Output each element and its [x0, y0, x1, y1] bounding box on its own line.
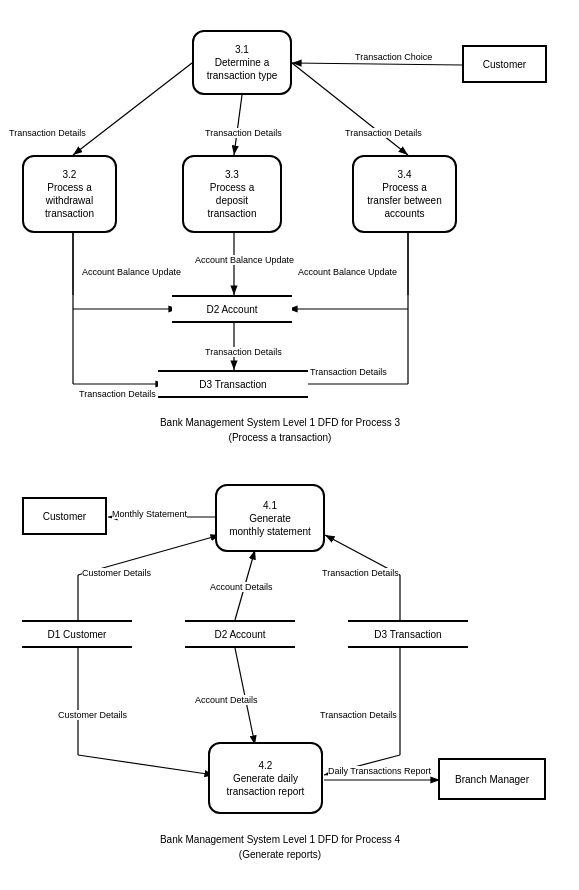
- label-daily-transactions-report: Daily Transactions Report: [328, 766, 431, 776]
- label-monthly-statement: Monthly Statement: [112, 509, 187, 519]
- label-transaction-choice: Transaction Choice: [355, 52, 432, 62]
- diagram1-title: Bank Management System Level 1 DFD for P…: [100, 415, 460, 445]
- label-transaction-details-down: Transaction Details: [320, 710, 397, 720]
- label-acct-bal-left: Account Balance Update: [82, 267, 181, 277]
- process-4-1: 4.1 Generate monthly statement: [215, 484, 325, 552]
- datastore-d1-customer: D1 Customer: [22, 620, 132, 648]
- label-trans-details-d3: Transaction Details: [205, 347, 282, 357]
- svg-line-3: [234, 95, 242, 155]
- datastore-d2-account: D2 Account: [172, 295, 292, 323]
- process-3-3: 3.3 Process a deposit transaction: [182, 155, 282, 233]
- svg-line-4: [292, 63, 408, 155]
- label-acct-bal-center: Account Balance Update: [195, 255, 294, 265]
- label-trans-details-d3-left: Transaction Details: [79, 389, 156, 399]
- svg-line-2: [73, 63, 192, 155]
- label-trans-details-d3-right: Transaction Details: [310, 367, 387, 377]
- customer-entity-2: Customer: [22, 497, 107, 535]
- diagram2-title: Bank Management System Level 1 DFD for P…: [100, 832, 460, 862]
- label-acct-bal-right: Account Balance Update: [298, 267, 397, 277]
- datastore-d2-account2: D2 Account: [185, 620, 295, 648]
- label-transaction-details-up: Transaction Details: [322, 568, 399, 578]
- svg-line-1: [292, 63, 462, 65]
- datastore-d3-transaction: D3 Transaction: [158, 370, 308, 398]
- label-trans-details-center: Transaction Details: [205, 128, 282, 138]
- label-customer-details-down: Customer Details: [58, 710, 127, 720]
- label-trans-details-right: Transaction Details: [345, 128, 422, 138]
- customer-entity-1: Customer: [462, 45, 547, 83]
- process-3-2: 3.2 Process a withdrawal transaction: [22, 155, 117, 233]
- svg-line-22: [78, 755, 214, 775]
- process-3-1: 3.1 Determine a transaction type: [192, 30, 292, 95]
- process-4-2: 4.2 Generate daily transaction report: [208, 742, 323, 814]
- label-trans-details-left: Transaction Details: [9, 128, 86, 138]
- label-account-details-down: Account Details: [195, 695, 258, 705]
- datastore-d3-transaction2: D3 Transaction: [348, 620, 468, 648]
- branch-manager-entity: Branch Manager: [438, 758, 546, 800]
- process-3-4: 3.4 Process a transfer between accounts: [352, 155, 457, 233]
- label-customer-details-up: Customer Details: [82, 568, 151, 578]
- label-account-details-up: Account Details: [210, 582, 273, 592]
